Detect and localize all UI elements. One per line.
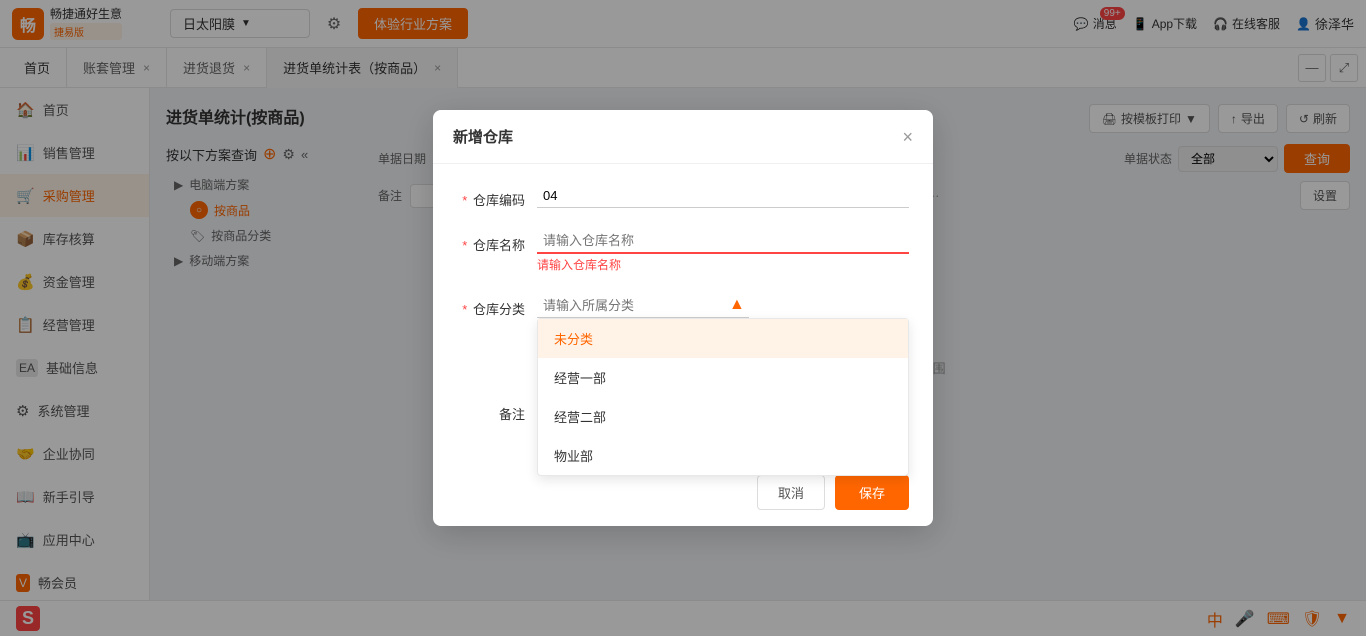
category-dropdown: 未分类 经营一部 经营二部 物业部 — [537, 318, 909, 476]
category-input-row: ▲ — [537, 294, 749, 318]
name-input[interactable] — [537, 229, 909, 254]
name-input-wrapper: 请输入仓库名称 — [537, 229, 909, 273]
new-warehouse-dialog: 新增仓库 × * 仓库编码 * 仓库名称 — [433, 110, 933, 526]
name-error-msg: 请输入仓库名称 — [537, 256, 909, 273]
code-required: * — [462, 193, 467, 208]
dialog-title: 新增仓库 — [453, 126, 513, 147]
note-field-label: 备注 — [457, 398, 537, 423]
dialog-overlay: 新增仓库 × * 仓库编码 * 仓库名称 — [0, 0, 1366, 636]
code-row: * 仓库编码 — [457, 184, 909, 209]
code-input[interactable] — [537, 184, 909, 208]
dropdown-item-property[interactable]: 物业部 — [538, 436, 908, 475]
code-label: * 仓库编码 — [457, 184, 537, 209]
category-input[interactable] — [537, 294, 725, 317]
name-label: * 仓库名称 — [457, 229, 537, 254]
dropdown-item-dept1[interactable]: 经营一部 — [538, 358, 908, 397]
category-row: * 仓库分类 ▲ 未分类 经营一部 经营二部 物业部 — [457, 293, 909, 318]
category-input-container: ▲ — [537, 294, 749, 318]
name-row: * 仓库名称 请输入仓库名称 — [457, 229, 909, 273]
save-button[interactable]: 保存 — [835, 475, 909, 510]
dialog-close-button[interactable]: × — [902, 128, 913, 146]
dialog-body: * 仓库编码 * 仓库名称 请输入仓库名称 — [433, 164, 933, 463]
dialog-header: 新增仓库 × — [433, 110, 933, 164]
dropdown-item-dept2[interactable]: 经营二部 — [538, 397, 908, 436]
category-toggle-icon[interactable]: ▲ — [725, 296, 749, 314]
dropdown-item-uncategorized[interactable]: 未分类 — [538, 319, 908, 358]
category-label: * 仓库分类 — [457, 293, 537, 318]
name-required: * — [462, 238, 467, 253]
cancel-button[interactable]: 取消 — [757, 475, 825, 510]
category-required: * — [462, 302, 467, 317]
